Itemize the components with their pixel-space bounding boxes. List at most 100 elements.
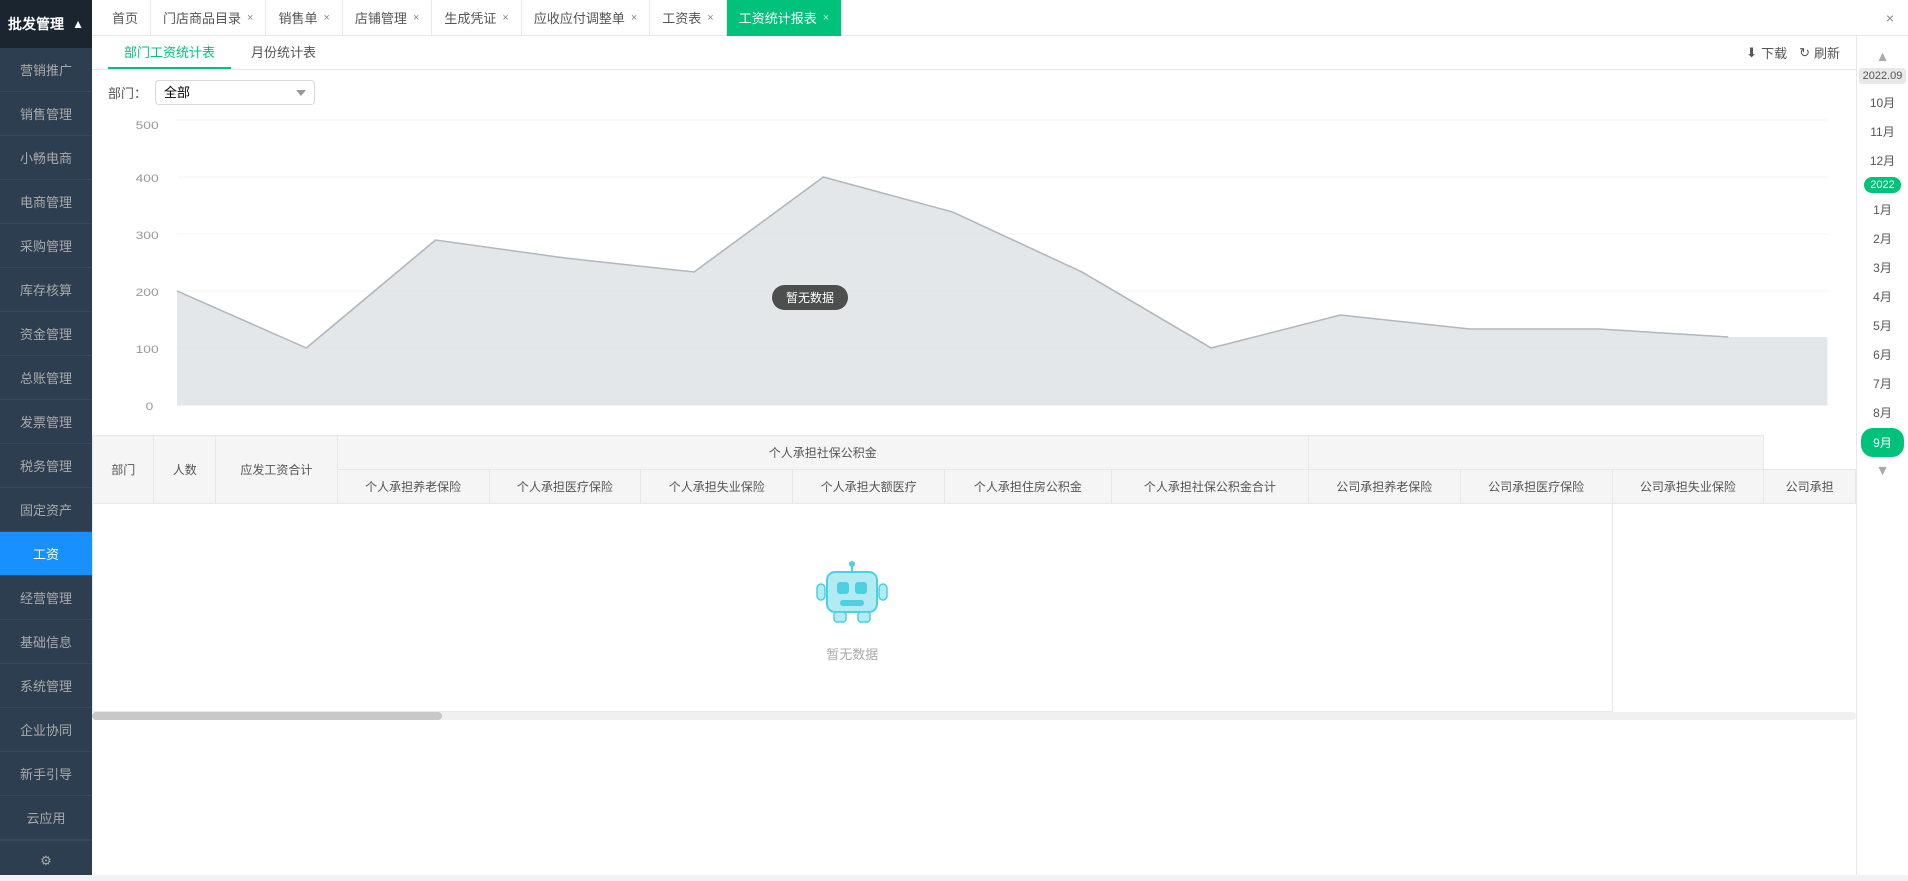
svg-text:300: 300 <box>136 229 159 241</box>
month-10[interactable]: 10月 <box>1857 88 1908 117</box>
tab-close-icon[interactable]: × <box>631 12 637 24</box>
sidebar-item-销售管理[interactable]: 销售管理 <box>0 92 92 136</box>
sidebar-item-资金管理[interactable]: 资金管理 <box>0 312 92 356</box>
sub-tab-dept[interactable]: 部门工资统计表 <box>108 36 231 69</box>
sidebar-item-发票管理[interactable]: 发票管理 <box>0 400 92 444</box>
tab-销售单[interactable]: 销售单 × <box>266 0 342 36</box>
download-button[interactable]: ⬇ 下载 <box>1746 43 1787 62</box>
sidebar-item-税务管理[interactable]: 税务管理 <box>0 444 92 488</box>
tab-label: 应收应付调整单 <box>534 8 625 27</box>
month-6[interactable]: 6月 <box>1857 340 1908 369</box>
svg-text:500: 500 <box>136 119 159 131</box>
sidebar-header[interactable]: 批发管理 ▲ <box>0 0 92 48</box>
year-label-2022[interactable]: 2022 <box>1864 177 1900 193</box>
sidebar-item-小畅电商[interactable]: 小畅电商 <box>0 136 92 180</box>
th-company-group <box>1308 436 1763 470</box>
download-label: 下载 <box>1761 43 1787 62</box>
close-all-button[interactable]: × <box>1880 8 1900 28</box>
svg-text:400: 400 <box>136 172 159 184</box>
table-row: 暂无数据 <box>93 504 1856 712</box>
tab-close-icon[interactable]: × <box>707 12 713 24</box>
month-12[interactable]: 12月 <box>1857 146 1908 175</box>
sidebar-title: 批发管理 <box>8 14 64 34</box>
panel-nav-up[interactable]: ▲ <box>1871 44 1895 68</box>
sidebar-item-经营管理[interactable]: 经营管理 <box>0 576 92 620</box>
th-个人承担医疗保险: 个人承担医疗保险 <box>489 470 641 504</box>
sidebar-item-系统管理[interactable]: 系统管理 <box>0 664 92 708</box>
tab-close-icon[interactable]: × <box>823 12 829 24</box>
tab-应收应付调整单[interactable]: 应收应付调整单 × <box>522 0 650 36</box>
svg-text:200: 200 <box>136 286 159 298</box>
th-个人承担住房公积金: 个人承担住房公积金 <box>944 470 1111 504</box>
th-公司承担医疗保险: 公司承担医疗保险 <box>1460 470 1612 504</box>
main-area: 首页门店商品目录×销售单×店铺管理×生成凭证×应收应付调整单×工资表×工资统计报… <box>92 0 1908 875</box>
empty-text: 暂无数据 <box>826 644 878 663</box>
tab-首页[interactable]: 首页 <box>100 0 151 36</box>
tab-工资表[interactable]: 工资表 × <box>650 0 726 36</box>
th-公司承担养老保险: 公司承担养老保险 <box>1308 470 1460 504</box>
scrollbar-track[interactable] <box>92 712 1856 720</box>
tab-close-icon[interactable]: × <box>413 12 419 24</box>
chart-svg: 0 100 200 300 400 500 <box>108 115 1840 415</box>
sidebar-item-固定资产[interactable]: 固定资产 <box>0 488 92 532</box>
dept-select[interactable]: 全部 销售部 财务部 行政部 <box>155 80 315 105</box>
table-container[interactable]: 部门 人数 应发工资合计 个人承担社保公积金 个人承担养老保险个人承担医疗保险个… <box>92 435 1856 875</box>
page-body: 部门工资统计表 月份统计表 ⬇ 下载 ↻ 刷新 部门： <box>92 36 1856 875</box>
tab-label: 销售单 <box>278 8 317 27</box>
sidebar-item-新手引导[interactable]: 新手引导 <box>0 752 92 796</box>
sidebar-item-企业协同[interactable]: 企业协同 <box>0 708 92 752</box>
sidebar-item-总账管理[interactable]: 总账管理 <box>0 356 92 400</box>
tab-门店商品目录[interactable]: 门店商品目录× <box>151 0 266 36</box>
panel-nav-down[interactable]: ▼ <box>1871 458 1895 482</box>
month-1[interactable]: 1月 <box>1857 195 1908 224</box>
sidebar-item-云应用[interactable]: 云应用 <box>0 796 92 840</box>
th-dept: 部门 <box>93 436 154 504</box>
dept-filter-label: 部门： <box>108 83 147 102</box>
sidebar-item-基础信息[interactable]: 基础信息 <box>0 620 92 664</box>
tooltip-text: 暂无数据 <box>772 285 848 310</box>
tab-close-icon[interactable]: × <box>247 12 253 24</box>
empty-icon <box>812 552 892 632</box>
month-5[interactable]: 5月 <box>1857 311 1908 340</box>
download-icon: ⬇ <box>1746 45 1757 61</box>
sub-tab-month[interactable]: 月份统计表 <box>235 36 332 69</box>
tab-close-icon[interactable]: × <box>502 12 508 24</box>
tab-生成凭证[interactable]: 生成凭证× <box>432 0 521 36</box>
th-个人承担养老保险: 个人承担养老保险 <box>337 470 489 504</box>
month-7[interactable]: 7月 <box>1857 369 1908 398</box>
th-公司承担: 公司承担 <box>1764 470 1856 504</box>
year-badge-2022[interactable]: 2022.09 <box>1859 68 1907 84</box>
th-个人承担失业保险: 个人承担失业保险 <box>641 470 793 504</box>
th-个人承担社保公积金合计: 个人承担社保公积金合计 <box>1111 470 1308 504</box>
th-公司承担失业保险: 公司承担失业保险 <box>1612 470 1764 504</box>
month-4[interactable]: 4月 <box>1857 282 1908 311</box>
tab-店铺管理[interactable]: 店铺管理× <box>343 0 432 36</box>
month-9[interactable]: 9月 <box>1861 428 1904 457</box>
month-2[interactable]: 2月 <box>1857 224 1908 253</box>
th-count: 人数 <box>154 436 215 504</box>
filter-toolbar: 部门： 全部 销售部 财务部 行政部 <box>92 70 1856 115</box>
right-panel: ▲ 2022.09 10月 11月 12月 2022 1月 2月 3月 4月 5… <box>1856 36 1908 875</box>
sidebar-item-工资[interactable]: 工资 <box>0 532 92 576</box>
scrollbar-thumb[interactable] <box>92 712 442 720</box>
sidebar-item-电商管理[interactable]: 电商管理 <box>0 180 92 224</box>
month-8[interactable]: 8月 <box>1857 398 1908 427</box>
refresh-label: 刷新 <box>1814 43 1840 62</box>
tab-工资统计报表[interactable]: 工资统计报表× <box>727 0 842 36</box>
tab-close-icon[interactable]: × <box>323 12 329 24</box>
th-total: 应发工资合计 <box>215 436 337 504</box>
tab-label: 首页 <box>112 8 138 27</box>
month-11[interactable]: 11月 <box>1857 117 1908 146</box>
tabs-bar: 首页门店商品目录×销售单×店铺管理×生成凭证×应收应付调整单×工资表×工资统计报… <box>92 0 1908 36</box>
sidebar-item-采购管理[interactable]: 采购管理 <box>0 224 92 268</box>
sidebar-collapse-icon[interactable]: ▲ <box>72 17 84 31</box>
content-area: 部门工资统计表 月份统计表 ⬇ 下载 ↻ 刷新 部门： <box>92 36 1908 875</box>
refresh-button[interactable]: ↻ 刷新 <box>1799 43 1840 62</box>
filter-row: 部门： 全部 销售部 财务部 行政部 <box>108 80 315 105</box>
sidebar-item-营销推广[interactable]: 营销推广 <box>0 48 92 92</box>
th-个人承担大额医疗: 个人承担大额医疗 <box>793 470 945 504</box>
sidebar-item-库存核算[interactable]: 库存核算 <box>0 268 92 312</box>
tab-label: 工资表 <box>662 8 701 27</box>
refresh-icon: ↻ <box>1799 45 1810 61</box>
month-3[interactable]: 3月 <box>1857 253 1908 282</box>
